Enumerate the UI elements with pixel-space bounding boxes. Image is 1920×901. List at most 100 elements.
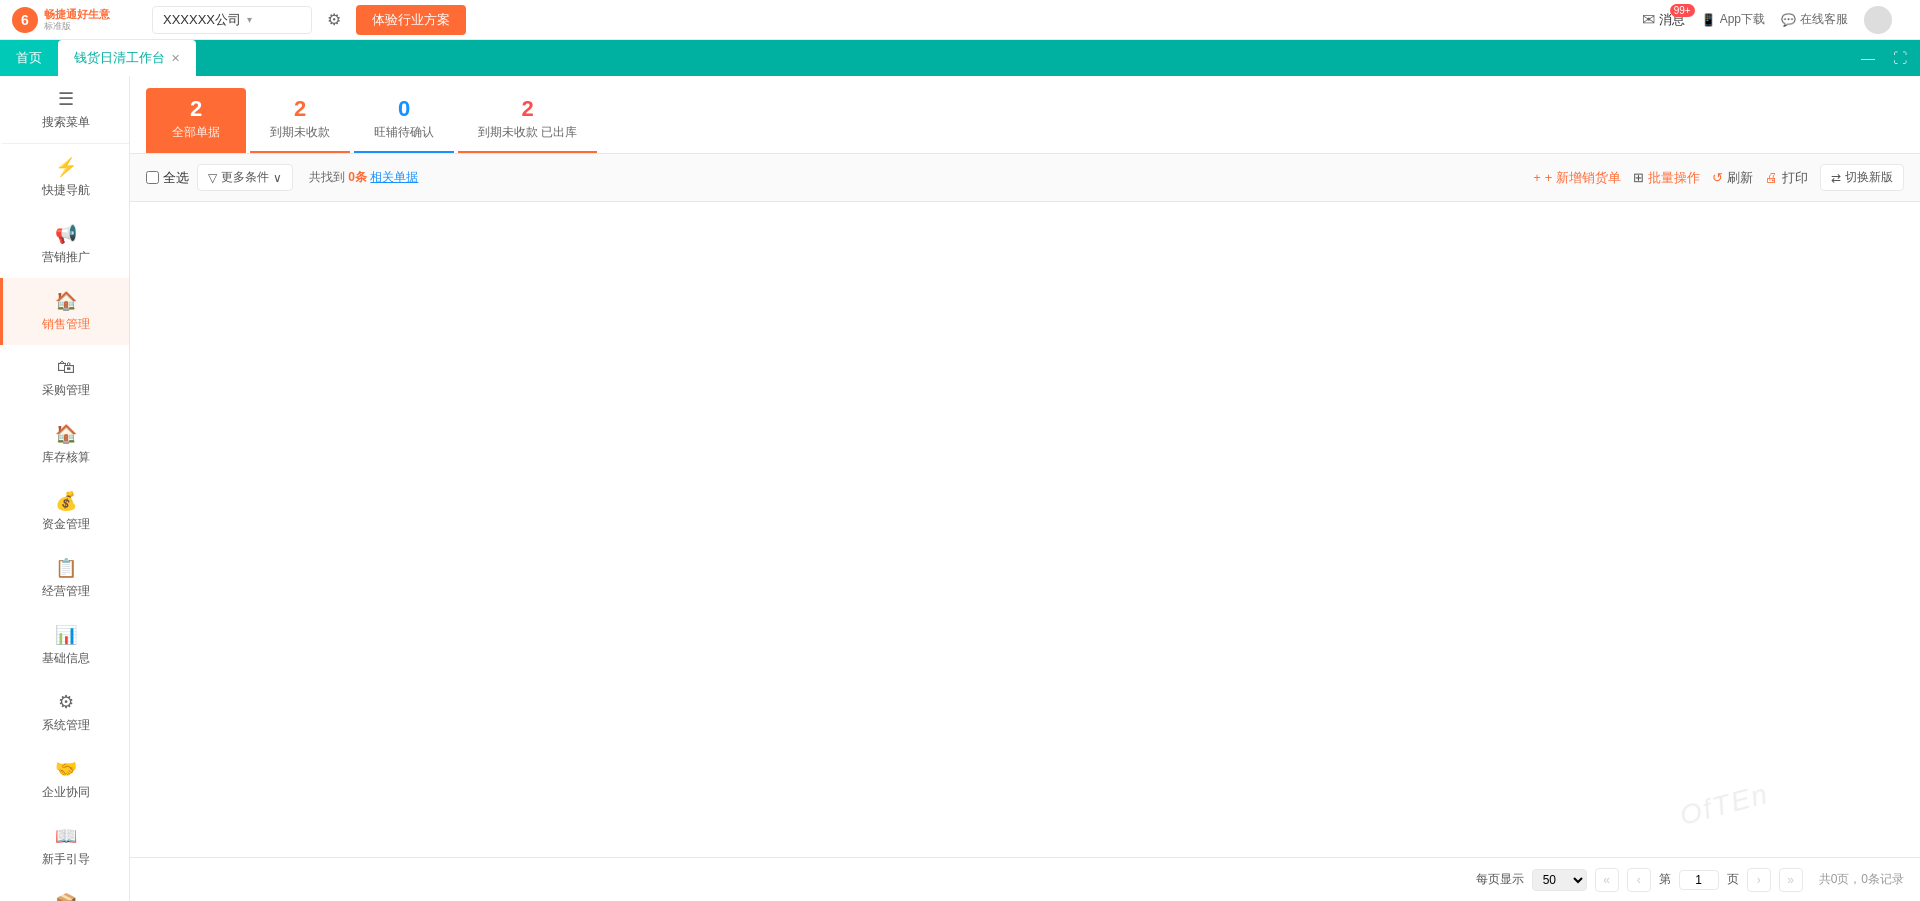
print-button[interactable]: 🖨 打印 [1765, 169, 1808, 187]
sidebar-label-finance: 资金管理 [42, 516, 90, 533]
online-service-link[interactable]: 💬 在线客服 [1781, 11, 1848, 28]
sidebar-item-purchase[interactable]: 🛍 采购管理 [0, 345, 129, 411]
minimize-button[interactable]: — [1856, 46, 1880, 70]
sidebar-item-guide[interactable]: 📖 新手引导 [0, 813, 129, 880]
table-area [130, 202, 1920, 857]
add-sales-order-button[interactable]: + + 新增销货单 [1533, 169, 1621, 187]
switch-label: 切换新版 [1845, 169, 1893, 186]
found-link[interactable]: 相关单据 [370, 170, 418, 184]
window-controls: — ⛶ [1856, 46, 1920, 70]
summary-tabs: 2 全部单据 2 到期未收款 0 旺辅待确认 2 到期未收款 已出库 [130, 76, 1920, 154]
top-header: 6 畅捷通好生意 标准版 XXXXXX公司 ▾ ⚙ 体验行业方案 ✉ 消息 99… [0, 0, 1920, 40]
last-page-icon: » [1787, 873, 1794, 887]
sidebar-item-operation[interactable]: 📋 经营管理 [0, 545, 129, 612]
sidebar-item-enterprise[interactable]: 🤝 企业协同 [0, 746, 129, 813]
logo-sub-text: 标准版 [44, 21, 110, 32]
first-page-button[interactable]: « [1595, 868, 1619, 892]
tab-count-overdue: 2 [294, 96, 306, 122]
tab-money-work[interactable]: 钱货日清工作台 ✕ [58, 40, 196, 76]
toolbar: 全选 ▽ 更多条件 ∨ 共找到 0条 相关单据 + + 新增销货单 [130, 154, 1920, 202]
maximize-button[interactable]: ⛶ [1888, 46, 1912, 70]
chevron-down-icon: ▾ [247, 14, 252, 25]
app-download-link[interactable]: 📱 App下载 [1701, 11, 1765, 28]
marketing-icon: 📢 [55, 223, 77, 245]
add-label: + 新增销货单 [1545, 169, 1621, 187]
summary-tab-overdue[interactable]: 2 到期未收款 [250, 88, 350, 153]
switch-version-button[interactable]: ⇄ 切换新版 [1820, 164, 1904, 191]
page-suffix: 页 [1727, 871, 1739, 888]
sidebar-label-guide: 新手引导 [42, 851, 90, 868]
found-prefix: 共找到 [309, 170, 345, 184]
sidebar-item-sales[interactable]: 🏠 销售管理 [0, 278, 129, 345]
message-area[interactable]: ✉ 消息 99+ [1642, 10, 1685, 29]
toolbar-right: + + 新增销货单 ⊞ 批量操作 ↺ 刷新 🖨 打印 [1533, 164, 1904, 191]
filter-button[interactable]: ▽ 更多条件 ∨ [197, 164, 293, 191]
batch-icon: ⊞ [1633, 170, 1644, 185]
search-menu-icon: ☰ [58, 88, 74, 110]
select-all-checkbox[interactable]: 全选 [146, 169, 189, 187]
sidebar-label-sales: 销售管理 [42, 316, 90, 333]
finance-icon: 💰 [55, 490, 77, 512]
guide-icon: 📖 [55, 825, 77, 847]
summary-tab-overdue-out[interactable]: 2 到期未收款 已出库 [458, 88, 597, 153]
company-name: XXXXXX公司 [163, 11, 241, 29]
pagination: 每页显示 50 20 100 « ‹ 第 页 › [130, 857, 1920, 901]
sidebar-label-purchase: 采购管理 [42, 382, 90, 399]
select-all-input[interactable] [146, 171, 159, 184]
header-right: ✉ 消息 99+ 📱 App下载 💬 在线客服 [1642, 6, 1908, 34]
sidebar-item-quick-nav[interactable]: ⚡ 快捷导航 [0, 144, 129, 211]
page-label: 第 [1659, 871, 1671, 888]
page-number-input[interactable] [1679, 870, 1719, 890]
settings-button[interactable]: ⚙ [320, 6, 348, 34]
operation-icon: 📋 [55, 557, 77, 579]
message-badge: 99+ [1670, 4, 1695, 17]
main-layout: ☰ 搜索菜单 ⚡ 快捷导航 📢 营销推广 🏠 销售管理 🛍 采购管理 🏠 库存核… [0, 76, 1920, 901]
sidebar-item-basic-info[interactable]: 📊 基础信息 [0, 612, 129, 679]
tab-count-wangwang: 0 [398, 96, 410, 122]
app-center-icon: 📦 [55, 892, 77, 901]
sidebar-item-inventory[interactable]: 🏠 库存核算 [0, 411, 129, 478]
trial-button[interactable]: 体验行业方案 [356, 5, 466, 35]
tab-count-overdue-out: 2 [522, 96, 534, 122]
system-icon: ⚙ [58, 691, 74, 713]
sidebar-item-finance[interactable]: 💰 资金管理 [0, 478, 129, 545]
prev-page-button[interactable]: ‹ [1627, 868, 1651, 892]
summary-tab-wangwang[interactable]: 0 旺辅待确认 [354, 88, 454, 153]
tab-money-work-label: 钱货日清工作台 [74, 49, 165, 67]
basic-info-icon: 📊 [55, 624, 77, 646]
enterprise-icon: 🤝 [55, 758, 77, 780]
download-icon: 📱 [1701, 13, 1716, 27]
content-area: 2 全部单据 2 到期未收款 0 旺辅待确认 2 到期未收款 已出库 [130, 76, 1920, 901]
sidebar-item-search[interactable]: ☰ 搜索菜单 [0, 76, 129, 144]
batch-action-button[interactable]: ⊞ 批量操作 [1633, 169, 1700, 187]
print-label: 打印 [1782, 169, 1808, 187]
found-text: 共找到 0条 相关单据 [309, 169, 418, 186]
sidebar-label-quick-nav: 快捷导航 [42, 182, 90, 199]
sidebar-item-system[interactable]: ⚙ 系统管理 [0, 679, 129, 746]
found-count: 0条 [348, 170, 367, 184]
sidebar-label-enterprise: 企业协同 [42, 784, 90, 801]
summary-tab-all[interactable]: 2 全部单据 [146, 88, 246, 153]
sidebar-label-system: 系统管理 [42, 717, 90, 734]
work-area: 2 全部单据 2 到期未收款 0 旺辅待确认 2 到期未收款 已出库 [130, 76, 1920, 901]
company-selector[interactable]: XXXXXX公司 ▾ [152, 6, 312, 34]
avatar[interactable] [1864, 6, 1892, 34]
sidebar-item-marketing[interactable]: 📢 营销推广 [0, 211, 129, 278]
online-service-label: 在线客服 [1800, 11, 1848, 28]
tab-close-icon[interactable]: ✕ [171, 52, 180, 65]
gear-icon: ⚙ [327, 10, 341, 29]
quick-nav-icon: ⚡ [55, 156, 77, 178]
per-page-select[interactable]: 50 20 100 [1532, 869, 1587, 891]
per-page-label: 每页显示 [1476, 871, 1524, 888]
logo-icon: 6 [12, 7, 38, 33]
tab-count-all: 2 [190, 96, 202, 122]
last-page-button[interactable]: » [1779, 868, 1803, 892]
refresh-button[interactable]: ↺ 刷新 [1712, 169, 1753, 187]
tab-label-all: 全部单据 [172, 124, 220, 141]
next-page-button[interactable]: › [1747, 868, 1771, 892]
logo-area: 6 畅捷通好生意 标准版 [12, 7, 142, 33]
message-icon: ✉ [1642, 10, 1655, 29]
service-icon: 💬 [1781, 13, 1796, 27]
tab-home[interactable]: 首页 [0, 40, 58, 76]
sidebar-item-app-center[interactable]: 📦 应用中心 [0, 880, 129, 901]
